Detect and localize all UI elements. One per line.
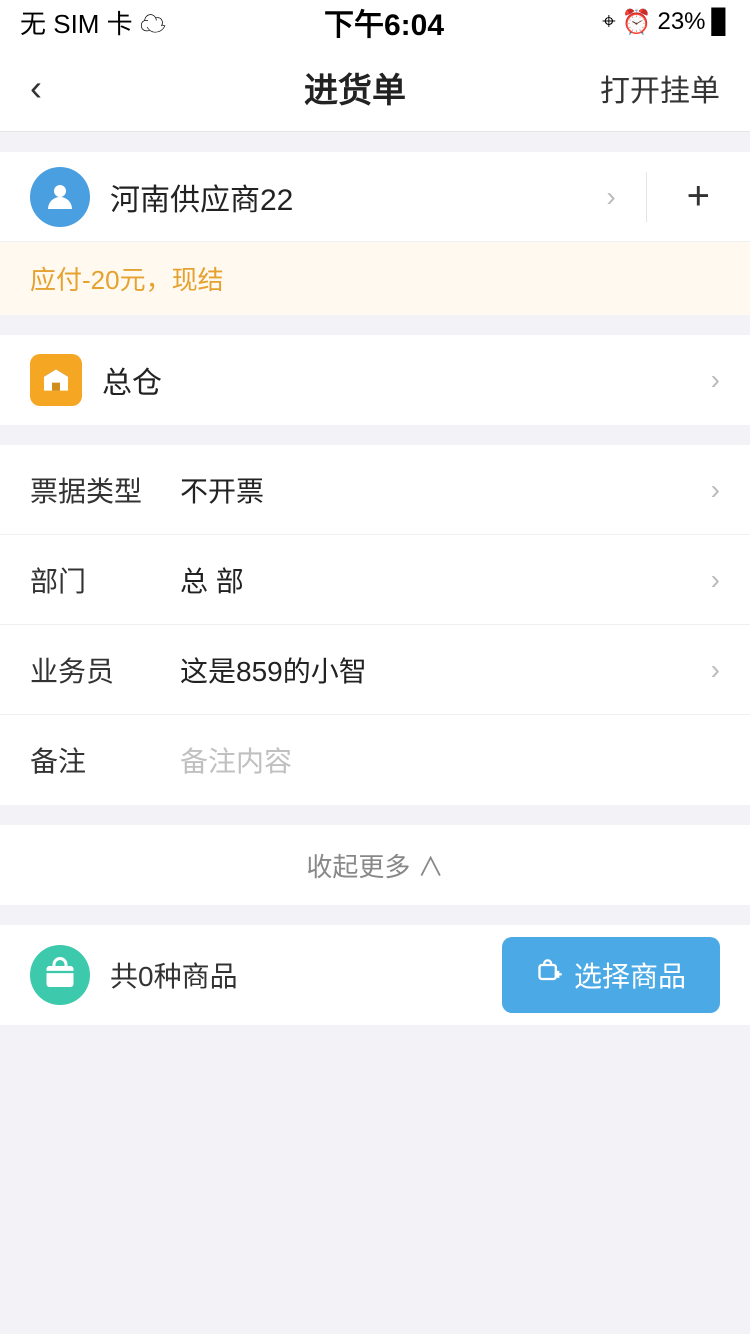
add-supplier-button[interactable]: + [677, 174, 720, 219]
collapse-button[interactable]: 收起更多 ∧ [0, 825, 750, 905]
warehouse-section: 总仓 › [0, 335, 750, 425]
warehouse-chevron-icon: › [711, 364, 720, 396]
status-time: 下午6:04 [324, 0, 444, 44]
select-goods-button[interactable]: 选择商品 [502, 937, 720, 1013]
sales-chevron-icon: › [711, 654, 720, 686]
supplier-section: 河南供应商22 › + 应付-20元，现结 [0, 152, 750, 315]
remark-row[interactable]: 备注 备注内容 [0, 715, 750, 805]
signal-text: 无 SIM 卡 ☁ [20, 4, 166, 41]
goods-icon-wrap [30, 945, 90, 1005]
invoice-label: 票据类型 [30, 470, 170, 510]
page-background [0, 1025, 750, 1325]
nav-bar: ‹ 进货单 打开挂单 [0, 44, 750, 132]
warehouse-icon [30, 354, 82, 406]
form-section: 票据类型 不开票 › 部门 总 部 › 业务员 这是859的小智 › 备注 备注… [0, 445, 750, 805]
battery-text: 23% [657, 8, 705, 36]
dept-row[interactable]: 部门 总 部 › [0, 535, 750, 625]
supplier-divider [646, 172, 647, 222]
remark-input[interactable]: 备注内容 [170, 740, 720, 780]
supplier-name: 河南供应商22 [110, 175, 606, 219]
supplier-row[interactable]: 河南供应商22 › + [0, 152, 750, 242]
status-left: 无 SIM 卡 ☁ [20, 4, 166, 41]
invoice-chevron-icon: › [711, 474, 720, 506]
invoice-value: 不开票 [170, 470, 711, 510]
warehouse-name: 总仓 [102, 358, 711, 402]
select-goods-icon [536, 958, 564, 993]
supplier-notice: 应付-20元，现结 [0, 242, 750, 315]
warehouse-row[interactable]: 总仓 › [0, 335, 750, 425]
page-title: 进货单 [304, 63, 406, 112]
bottom-bar: 共0种商品 选择商品 [0, 925, 750, 1025]
sales-label: 业务员 [30, 650, 170, 690]
divider-1 [0, 315, 750, 335]
battery-icon: ▊ [712, 8, 730, 37]
remark-label: 备注 [30, 740, 170, 780]
back-button[interactable]: ‹ [30, 67, 110, 109]
alarm-icon: ⏰ [622, 8, 652, 37]
dept-chevron-icon: › [711, 564, 720, 596]
status-bar: 无 SIM 卡 ☁ 下午6:04 ⌖ ⏰ 23% ▊ [0, 0, 750, 44]
dept-value: 总 部 [170, 560, 711, 600]
invoice-row[interactable]: 票据类型 不开票 › [0, 445, 750, 535]
top-divider [0, 132, 750, 152]
supplier-chevron-icon: › [606, 181, 615, 213]
select-goods-label: 选择商品 [574, 955, 686, 995]
sales-value: 这是859的小智 [170, 650, 711, 690]
location-icon: ⌖ [602, 8, 616, 36]
open-pending-button[interactable]: 打开挂单 [600, 66, 720, 110]
goods-count: 共0种商品 [110, 955, 502, 995]
dept-label: 部门 [30, 560, 170, 600]
sales-row[interactable]: 业务员 这是859的小智 › [0, 625, 750, 715]
supplier-avatar [30, 167, 90, 227]
status-right: ⌖ ⏰ 23% ▊ [602, 8, 730, 37]
